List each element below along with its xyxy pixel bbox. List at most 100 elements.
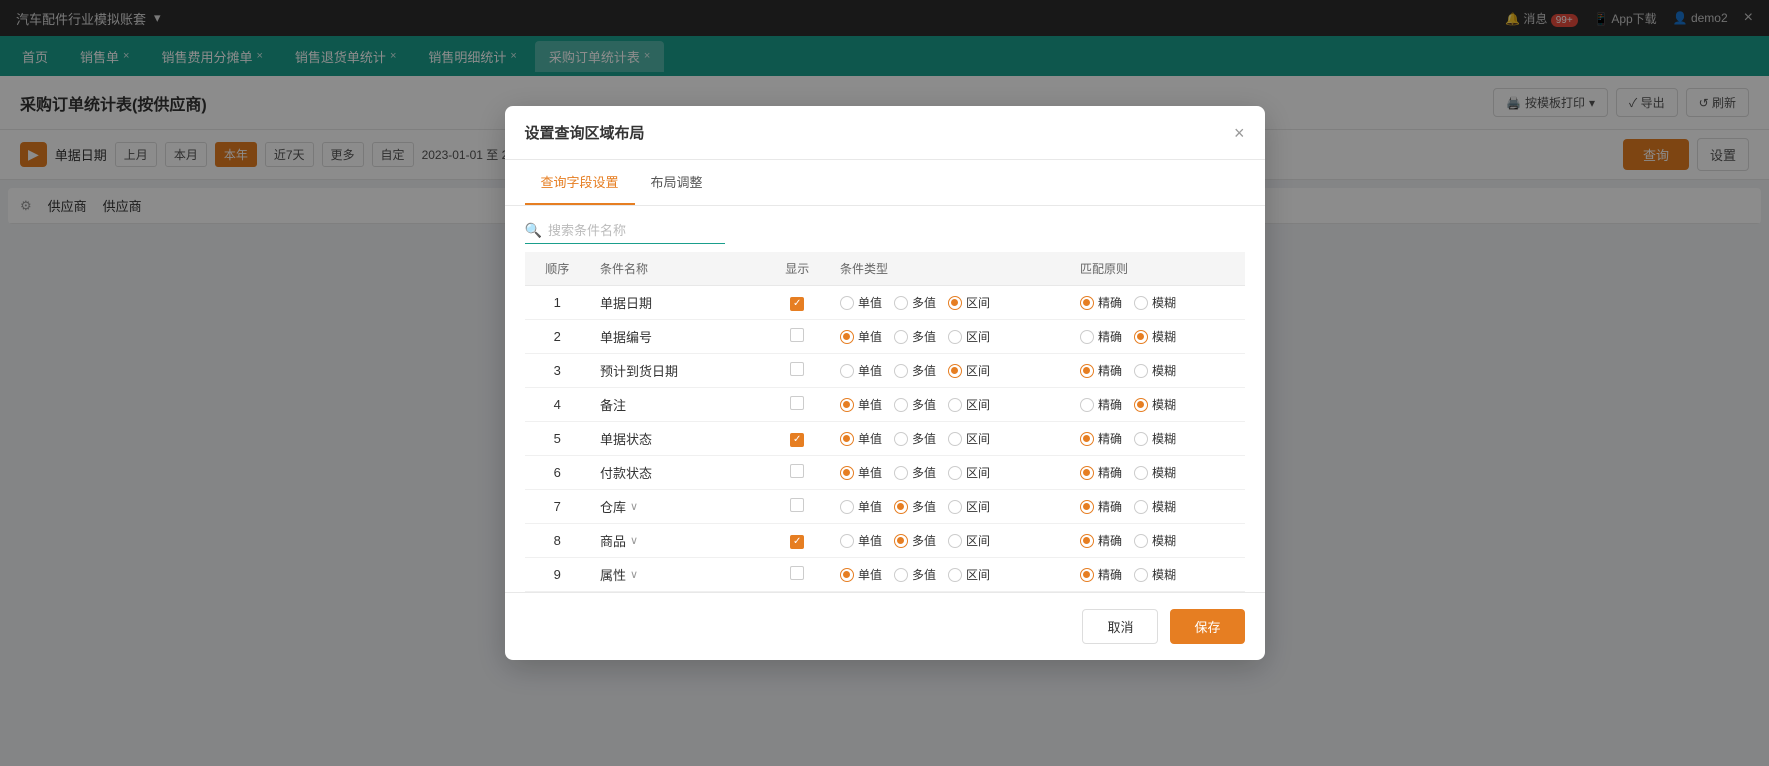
condtype-single-radio[interactable]: 单值 [840, 396, 882, 413]
matchrule-fuzzy-radio[interactable]: 模糊 [1134, 396, 1176, 413]
table-row: 8商品 ∨单值多值区间精确模糊 [525, 524, 1245, 558]
matchrule-fuzzy-radio[interactable]: 模糊 [1134, 464, 1176, 481]
matchrule-fuzzy-radio[interactable]: 模糊 [1134, 498, 1176, 515]
condtype-single-radio[interactable]: 单值 [840, 532, 882, 549]
matchrule-cell: 精确模糊 [1070, 558, 1245, 592]
matchrule-fuzzy-radio[interactable]: 模糊 [1134, 430, 1176, 447]
condtype-range-radio[interactable]: 区间 [948, 566, 990, 583]
matchrule-cell: 精确模糊 [1070, 320, 1245, 354]
matchrule-exact-radio[interactable]: 精确 [1080, 430, 1122, 447]
condtype-range-radio[interactable]: 区间 [948, 328, 990, 345]
condtype-range-radio[interactable]: 区间 [948, 498, 990, 515]
display-checkbox[interactable] [790, 433, 804, 447]
condtype-cell: 单值多值区间 [830, 354, 1070, 388]
matchrule-fuzzy-radio[interactable]: 模糊 [1134, 532, 1176, 549]
matchrule-exact-radio[interactable]: 精确 [1080, 362, 1122, 379]
table-row: 9属性 ∨单值多值区间精确模糊 [525, 558, 1245, 592]
th-name: 条件名称 [590, 252, 765, 286]
condtype-cell: 单值多值区间 [830, 524, 1070, 558]
display-checkbox[interactable] [790, 535, 804, 549]
condtype-multi-radio[interactable]: 多值 [894, 294, 936, 311]
condtype-range-radio[interactable]: 区间 [948, 532, 990, 549]
dialog-tab-layout[interactable]: 布局调整 [635, 160, 719, 205]
seq-cell: 6 [525, 456, 590, 490]
condtype-range-radio[interactable]: 区间 [948, 396, 990, 413]
condtype-range-radio[interactable]: 区间 [948, 464, 990, 481]
name-cell: 单据状态 [590, 422, 765, 456]
condtype-cell: 单值多值区间 [830, 456, 1070, 490]
save-button[interactable]: 保存 [1170, 609, 1244, 644]
table-row: 4备注单值多值区间精确模糊 [525, 388, 1245, 422]
search-input[interactable] [548, 223, 708, 238]
matchrule-cell: 精确模糊 [1070, 524, 1245, 558]
dialog-close-button[interactable]: × [1234, 124, 1245, 142]
condtype-multi-radio[interactable]: 多值 [894, 498, 936, 515]
matchrule-exact-radio[interactable]: 精确 [1080, 294, 1122, 311]
search-box: 🔍 [505, 206, 1265, 252]
display-cell [764, 558, 829, 592]
display-cell [764, 354, 829, 388]
matchrule-exact-radio[interactable]: 精确 [1080, 328, 1122, 345]
display-checkbox[interactable] [790, 362, 804, 376]
display-checkbox[interactable] [790, 566, 804, 580]
display-cell [764, 320, 829, 354]
condtype-single-radio[interactable]: 单值 [840, 566, 882, 583]
expand-icon[interactable]: ∨ [630, 500, 638, 513]
display-cell [764, 388, 829, 422]
display-checkbox[interactable] [790, 396, 804, 410]
th-seq: 顺序 [525, 252, 590, 286]
matchrule-fuzzy-radio[interactable]: 模糊 [1134, 362, 1176, 379]
th-condtype: 条件类型 [830, 252, 1070, 286]
display-checkbox[interactable] [790, 328, 804, 342]
display-checkbox[interactable] [790, 464, 804, 478]
seq-cell: 4 [525, 388, 590, 422]
condtype-range-radio[interactable]: 区间 [948, 430, 990, 447]
condtype-multi-radio[interactable]: 多值 [894, 566, 936, 583]
matchrule-exact-radio[interactable]: 精确 [1080, 566, 1122, 583]
condtype-single-radio[interactable]: 单值 [840, 464, 882, 481]
condtype-cell: 单值多值区间 [830, 388, 1070, 422]
matchrule-exact-radio[interactable]: 精确 [1080, 464, 1122, 481]
display-checkbox[interactable] [790, 498, 804, 512]
condtype-cell: 单值多值区间 [830, 320, 1070, 354]
table-row: 3预计到货日期单值多值区间精确模糊 [525, 354, 1245, 388]
expand-icon[interactable]: ∨ [630, 568, 638, 581]
condtype-multi-radio[interactable]: 多值 [894, 362, 936, 379]
name-cell: 仓库 ∨ [590, 490, 765, 524]
condtype-multi-radio[interactable]: 多值 [894, 532, 936, 549]
seq-cell: 8 [525, 524, 590, 558]
condtype-single-radio[interactable]: 单值 [840, 498, 882, 515]
dialog-tab-fields[interactable]: 查询字段设置 [525, 160, 635, 205]
condtype-multi-radio[interactable]: 多值 [894, 328, 936, 345]
condtype-range-radio[interactable]: 区间 [948, 362, 990, 379]
display-cell [764, 490, 829, 524]
condtype-multi-radio[interactable]: 多值 [894, 464, 936, 481]
matchrule-exact-radio[interactable]: 精确 [1080, 532, 1122, 549]
display-checkbox[interactable] [790, 297, 804, 311]
settings-dialog: 设置查询区域布局 × 查询字段设置 布局调整 🔍 顺序 [505, 106, 1265, 660]
expand-icon[interactable]: ∨ [630, 534, 638, 547]
condtype-cell: 单值多值区间 [830, 422, 1070, 456]
cancel-button[interactable]: 取消 [1082, 609, 1158, 644]
matchrule-exact-radio[interactable]: 精确 [1080, 498, 1122, 515]
display-cell [764, 286, 829, 320]
search-icon: 🔍 [525, 222, 542, 239]
condtype-single-radio[interactable]: 单值 [840, 362, 882, 379]
matchrule-fuzzy-radio[interactable]: 模糊 [1134, 294, 1176, 311]
name-cell: 预计到货日期 [590, 354, 765, 388]
dialog-header: 设置查询区域布局 × [505, 106, 1265, 160]
table-row: 6付款状态单值多值区间精确模糊 [525, 456, 1245, 490]
condtype-single-radio[interactable]: 单值 [840, 294, 882, 311]
condtype-multi-radio[interactable]: 多值 [894, 430, 936, 447]
name-cell: 单据日期 [590, 286, 765, 320]
seq-cell: 1 [525, 286, 590, 320]
matchrule-fuzzy-radio[interactable]: 模糊 [1134, 328, 1176, 345]
condtype-single-radio[interactable]: 单值 [840, 430, 882, 447]
seq-cell: 7 [525, 490, 590, 524]
field-table: 顺序 条件名称 显示 条件类型 匹配原则 1单据日期单值多值区间精确模糊2单据编… [505, 252, 1265, 592]
condtype-range-radio[interactable]: 区间 [948, 294, 990, 311]
matchrule-exact-radio[interactable]: 精确 [1080, 396, 1122, 413]
matchrule-fuzzy-radio[interactable]: 模糊 [1134, 566, 1176, 583]
condtype-multi-radio[interactable]: 多值 [894, 396, 936, 413]
condtype-single-radio[interactable]: 单值 [840, 328, 882, 345]
